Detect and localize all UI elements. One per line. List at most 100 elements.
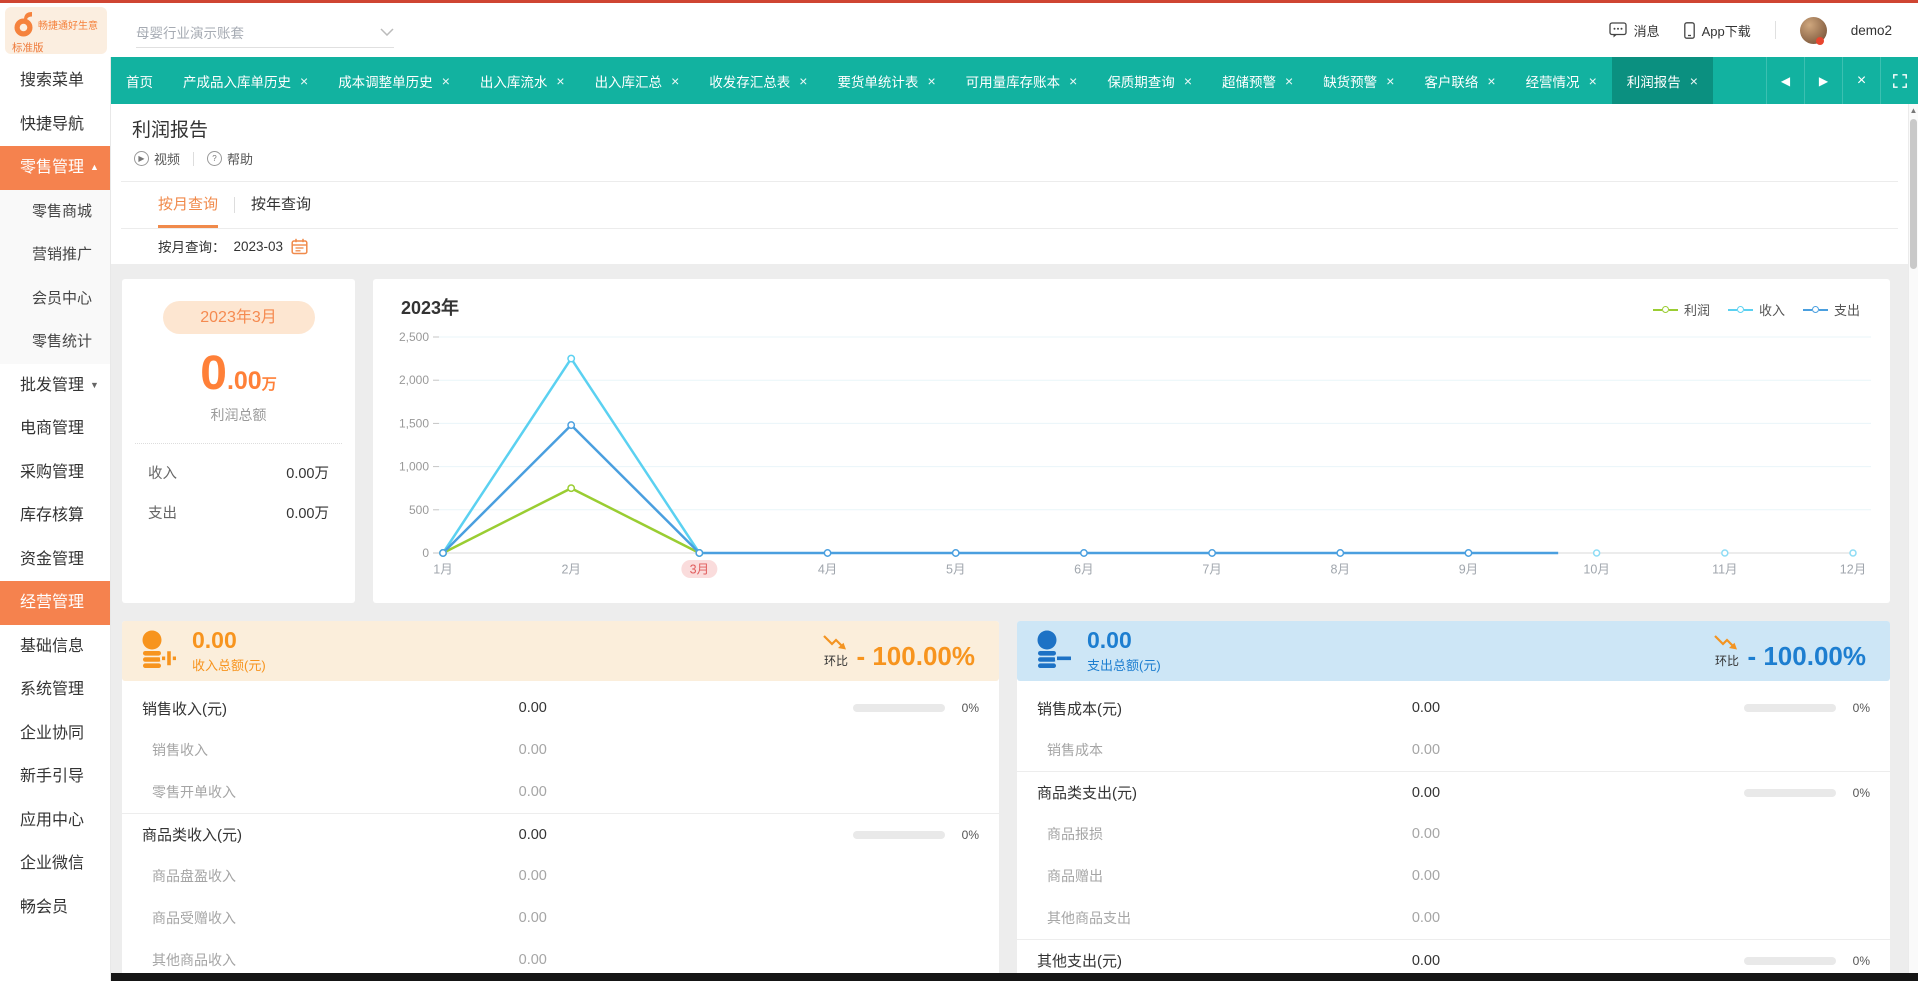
tab-yearly-query[interactable]: 按年查询 — [251, 182, 311, 228]
tabs-scroll-left-button[interactable]: ◀ — [1766, 57, 1804, 104]
sidebar-item[interactable]: 会员中心 — [0, 276, 110, 320]
sidebar-item[interactable]: 搜索菜单 — [0, 59, 110, 103]
profit-amount-integer: 0 — [200, 347, 227, 400]
summary-rows: 收入 0.00万 支出 0.00万 — [122, 452, 355, 532]
horizontal-scrollbar[interactable] — [111, 973, 1918, 981]
sidebar-item[interactable]: 零售统计 — [0, 320, 110, 364]
sidebar-item[interactable]: 营销推广 — [0, 233, 110, 277]
svg-text:7月: 7月 — [1202, 563, 1221, 577]
tab-close-icon[interactable]: × — [1184, 74, 1192, 88]
svg-text:2月: 2月 — [561, 563, 580, 577]
fin-row-value: 0.00 — [1411, 826, 1441, 842]
sidebar-item[interactable]: 零售商城 — [0, 189, 110, 233]
progress-bar: 0% — [853, 701, 979, 715]
workspace-tab[interactable]: 可用量库存账本 × — [951, 57, 1093, 104]
fin-row-label: 商品报损 — [1047, 826, 1103, 842]
workspace-tab[interactable]: 出入库汇总 × — [580, 57, 695, 104]
profit-line-chart[interactable]: 0 500 1,000 1,500 2,000 2,500 1月 2月 3月 4月 5月 6月 7月 8月… — [385, 325, 1875, 591]
sidebar-item[interactable]: 企业微信 — [0, 842, 110, 886]
tab-close-icon[interactable]: × — [1690, 74, 1698, 88]
fin-row-label: 销售收入 — [152, 742, 208, 758]
tab-close-icon[interactable]: × — [556, 74, 564, 88]
chevron-down-icon — [380, 27, 394, 36]
account-select[interactable]: 母婴行业演示账套 — [136, 16, 394, 48]
progress-percent: 0% — [1852, 701, 1870, 715]
fin-row-label: 其他商品收入 — [152, 952, 236, 968]
sidebar-item[interactable]: 快捷导航 — [0, 103, 110, 147]
tab-close-icon[interactable]: × — [1487, 74, 1495, 88]
scrollbar-thumb[interactable] — [1910, 119, 1917, 269]
workspace-tab[interactable]: 收发存汇总表 × — [694, 57, 822, 104]
sidebar-item-label: 电商管理 — [20, 420, 85, 437]
sidebar-item[interactable]: 新手引导 — [0, 755, 110, 799]
tab-bar: 首页 产成品入库单历史 × 成本调整单历史 × 出入库流水 × 出入库汇总 × 收发存汇总表 × 要货… — [111, 57, 1918, 104]
sidebar-item[interactable]: 采购管理 — [0, 451, 110, 495]
vertical-scrollbar[interactable]: ▲ — [1908, 104, 1918, 973]
tabs-close-button[interactable]: × — [1842, 57, 1880, 104]
sidebar-item[interactable]: 库存核算 — [0, 494, 110, 538]
sidebar-item[interactable]: 电商管理 — [0, 407, 110, 451]
tab-close-icon[interactable]: × — [671, 74, 679, 88]
progress-track — [1744, 704, 1836, 712]
workspace-tab[interactable]: 缺货预警 × — [1308, 57, 1409, 104]
tab-monthly-query[interactable]: 按月查询 — [158, 182, 219, 228]
workspace-tab[interactable]: 客户联络 × — [1409, 57, 1510, 104]
workspace-tab[interactable]: 出入库流水 × — [465, 57, 580, 104]
video-label: 视频 — [154, 152, 181, 167]
topbar: 畅捷通好生意 标准版 母婴行业演示账套 消息 App下载 demo2 — [0, 3, 1918, 57]
tabs-scroll-right-button[interactable]: ▶ — [1804, 57, 1842, 104]
sidebar-item[interactable]: 畅会员 — [0, 886, 110, 930]
help-button[interactable]: ? 帮助 — [207, 149, 253, 168]
tab-label: 出入库汇总 — [594, 74, 663, 90]
tab-close-icon[interactable]: × — [300, 74, 308, 88]
sidebar-item[interactable]: 企业协同 — [0, 712, 110, 756]
divider — [121, 228, 1898, 229]
messages-button[interactable]: 消息 — [1608, 21, 1660, 40]
legend-item[interactable]: 利润 — [1652, 300, 1710, 319]
workspace-tab[interactable]: 经营情况 × — [1511, 57, 1612, 104]
sidebar-item[interactable]: 应用中心 — [0, 799, 110, 843]
fin-row-label: 销售成本 — [1047, 742, 1103, 758]
sidebar-item[interactable]: 系统管理 — [0, 668, 110, 712]
workspace-tab[interactable]: 首页 — [111, 57, 168, 104]
app-logo[interactable]: 畅捷通好生意 标准版 — [5, 7, 107, 54]
fin-row-value: 0.00 — [518, 952, 547, 968]
month-filter-value[interactable]: 2023-03 — [234, 239, 284, 254]
sidebar-item[interactable]: 批发管理 ▼ — [0, 364, 110, 408]
workspace-tab[interactable]: 产成品入库单历史 × — [168, 57, 323, 104]
sidebar-item[interactable]: 零售管理 ▲ — [0, 146, 110, 190]
svg-text:11月: 11月 — [1712, 563, 1737, 577]
income-card-header: 0.00 收入总额(元) 环比 - 100.00% — [122, 621, 999, 681]
expense-trend-label: 环比 — [1714, 653, 1739, 668]
tab-close-icon[interactable]: × — [1285, 74, 1293, 88]
progress-percent: 0% — [961, 701, 979, 715]
workspace-tab[interactable]: 保质期查询 × — [1092, 57, 1207, 104]
expense-rows: 销售成本(元) 0.00 0% 销售成本 0.00 商品类支出(元) 0.00 0% 商品报损 0… — [1017, 681, 1890, 981]
avatar[interactable] — [1799, 16, 1827, 45]
progress-bar: 0% — [853, 828, 979, 842]
fin-row-label: 商品赠出 — [1047, 868, 1103, 884]
tab-close-icon[interactable]: × — [1386, 74, 1394, 88]
fullscreen-button[interactable] — [1880, 57, 1918, 104]
workspace-tab[interactable]: 超储预警 × — [1207, 57, 1308, 104]
tab-close-icon[interactable]: × — [1589, 74, 1597, 88]
workspace-tab[interactable]: 要货单统计表 × — [822, 57, 950, 104]
video-button[interactable]: ▶ 视频 — [134, 149, 180, 168]
legend-item[interactable]: 支出 — [1802, 300, 1860, 319]
sidebar-item[interactable]: 经营管理 — [0, 581, 110, 625]
username[interactable]: demo2 — [1851, 23, 1892, 38]
tab-close-icon[interactable]: × — [927, 74, 935, 88]
workspace-tab[interactable]: 利润报告 × — [1611, 57, 1713, 104]
fin-row: 商品受赠收入 0.00 — [122, 897, 999, 939]
logo-icon — [14, 12, 33, 37]
sidebar-item[interactable]: 基础信息 — [0, 625, 110, 669]
calendar-picker-button[interactable] — [291, 238, 308, 255]
tab-close-icon[interactable]: × — [799, 74, 807, 88]
app-download-button[interactable]: App下载 — [1683, 21, 1751, 40]
legend-item[interactable]: 收入 — [1727, 300, 1785, 319]
tab-close-icon[interactable]: × — [1069, 74, 1077, 88]
sidebar-item[interactable]: 资金管理 — [0, 538, 110, 582]
scroll-up-arrow-icon[interactable]: ▲ — [1909, 104, 1918, 117]
workspace-tab[interactable]: 成本调整单历史 × — [323, 57, 465, 104]
tab-close-icon[interactable]: × — [442, 74, 450, 88]
